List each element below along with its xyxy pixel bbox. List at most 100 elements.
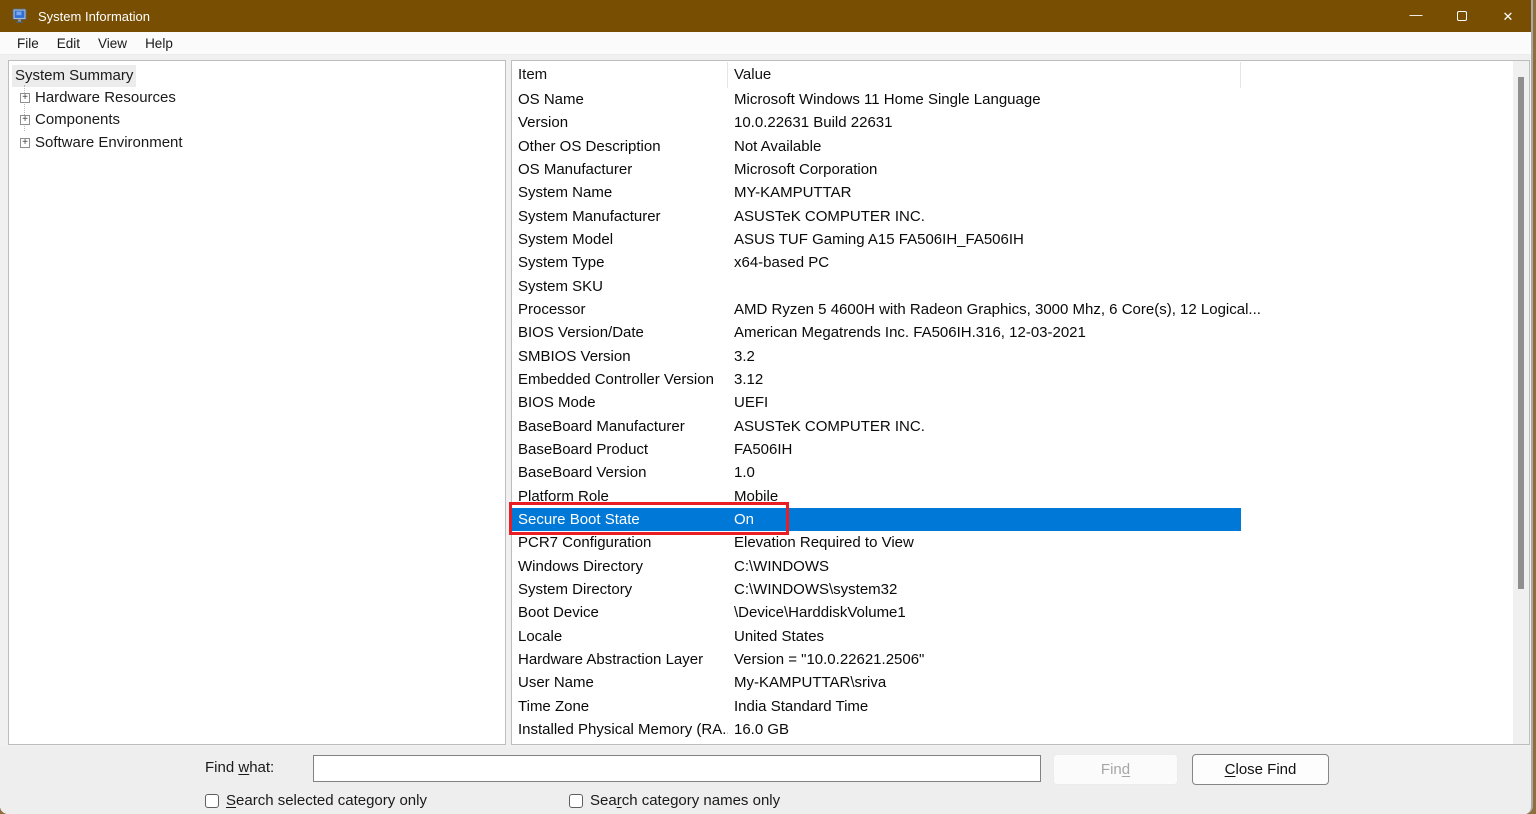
menu-item[interactable]: View (89, 32, 136, 54)
table-row[interactable]: Installed Physical Memory (RA... 16.0 GB (512, 718, 1513, 741)
search-category-names-checkbox[interactable]: Search category names only (569, 792, 780, 809)
detail-list-pane: Item Value OS Name Microsoft Windows 11 … (511, 60, 1530, 745)
menu-item[interactable]: Help (136, 32, 182, 54)
row-value-label: x64-based PC (728, 254, 1513, 271)
table-row[interactable]: Other OS Description Not Available (512, 135, 1513, 158)
row-item-label: Installed Physical Memory (RA... (512, 721, 728, 738)
row-value-label: 1.0 (728, 464, 1513, 481)
row-item-label: BaseBoard Product (512, 441, 728, 458)
table-row[interactable]: Hardware Abstraction Layer Version = "10… (512, 648, 1513, 671)
table-row[interactable]: User Name My-KAMPUTTAR\sriva (512, 671, 1513, 694)
system-information-window: System Information — ✕ FileEditViewHelp … (0, 0, 1533, 814)
column-header-value[interactable]: Value (728, 62, 1241, 88)
category-tree: System Summary + Hardware Resources + Co… (9, 61, 505, 154)
window-title: System Information (38, 9, 150, 24)
row-value-label: ASUSTeK COMPUTER INC. (728, 208, 1513, 225)
table-row[interactable]: System Manufacturer ASUSTeK COMPUTER INC… (512, 205, 1513, 228)
table-row[interactable]: PCR7 Configuration Elevation Required to… (512, 531, 1513, 554)
row-value-label: 3.2 (728, 348, 1513, 365)
find-button[interactable]: Find (1053, 754, 1178, 785)
row-value-label: American Megatrends Inc. FA506IH.316, 12… (728, 324, 1513, 341)
tree-item-system-summary[interactable]: System Summary (9, 65, 505, 87)
row-value-label: Version = "10.0.22621.2506" (728, 651, 1513, 668)
system-information-icon (12, 8, 28, 24)
column-header-item[interactable]: Item (512, 62, 728, 88)
row-value-label: C:\WINDOWS\system32 (728, 581, 1513, 598)
table-row[interactable]: Windows Directory C:\WINDOWS (512, 555, 1513, 578)
table-row[interactable]: System Type x64-based PC (512, 251, 1513, 274)
row-value-label: AMD Ryzen 5 4600H with Radeon Graphics, … (728, 301, 1513, 318)
table-row[interactable]: System SKU (512, 275, 1513, 298)
table-row[interactable]: OS Manufacturer Microsoft Corporation (512, 158, 1513, 181)
row-value-label: Microsoft Corporation (728, 161, 1513, 178)
checkbox-unchecked-icon[interactable] (569, 794, 583, 808)
row-value-label: United States (728, 628, 1513, 645)
table-row[interactable]: System Directory C:\WINDOWS\system32 (512, 578, 1513, 601)
row-value-label: C:\WINDOWS (728, 558, 1513, 575)
menubar: FileEditViewHelp (0, 32, 1531, 55)
table-row[interactable]: System Model ASUS TUF Gaming A15 FA506IH… (512, 228, 1513, 251)
checkbox-unchecked-icon[interactable] (205, 794, 219, 808)
table-body: OS Name Microsoft Windows 11 Home Single… (512, 88, 1513, 744)
table-row[interactable]: BIOS Version/Date American Megatrends In… (512, 321, 1513, 344)
row-item-label: Version (512, 114, 728, 131)
table-row[interactable]: Time Zone India Standard Time (512, 695, 1513, 718)
table-row[interactable]: Version 10.0.22631 Build 22631 (512, 111, 1513, 134)
minimize-icon[interactable]: — (1393, 0, 1439, 32)
tree-item-hardware-resources[interactable]: + Hardware Resources (9, 87, 505, 109)
search-selected-category-checkbox[interactable]: Search selected category only (205, 792, 427, 809)
row-item-label: System Name (512, 184, 728, 201)
expand-plus-icon[interactable]: + (20, 115, 30, 125)
expand-plus-icon[interactable]: + (20, 93, 30, 103)
row-value-label: My-KAMPUTTAR\sriva (728, 674, 1513, 691)
row-item-label: Time Zone (512, 698, 728, 715)
menu-item[interactable]: File (8, 32, 48, 54)
row-item-label: Other OS Description (512, 138, 728, 155)
find-input[interactable] (313, 755, 1041, 782)
row-item-label: System Directory (512, 581, 728, 598)
table-row[interactable]: BaseBoard Product FA506IH (512, 438, 1513, 461)
row-item-label: Processor (512, 301, 728, 318)
find-what-label: Find what: (205, 759, 274, 776)
menu-item[interactable]: Edit (48, 32, 89, 54)
row-value-label: Mobile (728, 488, 1513, 505)
row-value-label: MY-KAMPUTTAR (728, 184, 1513, 201)
row-item-label: Windows Directory (512, 558, 728, 575)
table-row[interactable]: System Name MY-KAMPUTTAR (512, 181, 1513, 204)
table-row[interactable]: Secure Boot State On (512, 508, 1241, 531)
row-item-label: BIOS Mode (512, 394, 728, 411)
table-row[interactable]: BaseBoard Version 1.0 (512, 461, 1513, 484)
table-row[interactable]: OS Name Microsoft Windows 11 Home Single… (512, 88, 1513, 111)
row-item-label: User Name (512, 674, 728, 691)
table-row[interactable]: Platform Role Mobile (512, 485, 1513, 508)
row-item-label: System Manufacturer (512, 208, 728, 225)
close-find-button[interactable]: Close Find (1192, 754, 1329, 785)
table-row[interactable]: Boot Device \Device\HarddiskVolume1 (512, 601, 1513, 624)
table-row[interactable]: Processor AMD Ryzen 5 4600H with Radeon … (512, 298, 1513, 321)
row-item-label: System Type (512, 254, 728, 271)
table-row[interactable]: Locale United States (512, 625, 1513, 648)
tree-item-software-environment[interactable]: + Software Environment (9, 132, 505, 154)
row-item-label: Hardware Abstraction Layer (512, 651, 728, 668)
tree-item-components[interactable]: + Components (9, 109, 505, 131)
titlebar: System Information — ✕ (0, 0, 1531, 32)
scrollbar-thumb[interactable] (1518, 77, 1524, 589)
maximize-icon[interactable] (1439, 0, 1485, 32)
table-row[interactable]: Embedded Controller Version 3.12 (512, 368, 1513, 391)
row-value-label: ASUSTeK COMPUTER INC. (728, 418, 1513, 435)
close-icon[interactable]: ✕ (1485, 0, 1531, 32)
expand-plus-icon[interactable]: + (20, 138, 30, 148)
row-item-label: BaseBoard Manufacturer (512, 418, 728, 435)
table-row[interactable]: SMBIOS Version 3.2 (512, 345, 1513, 368)
row-item-label: System Model (512, 231, 728, 248)
row-value-label: India Standard Time (728, 698, 1513, 715)
row-item-label: Locale (512, 628, 728, 645)
row-value-label: ASUS TUF Gaming A15 FA506IH_FA506IH (728, 231, 1513, 248)
table-row[interactable]: BaseBoard Manufacturer ASUSTeK COMPUTER … (512, 415, 1513, 438)
row-item-label: BaseBoard Version (512, 464, 728, 481)
row-value-label: 10.0.22631 Build 22631 (728, 114, 1513, 131)
row-value-label: 16.0 GB (728, 721, 1513, 738)
vertical-scrollbar[interactable] (1513, 61, 1529, 744)
table-row[interactable]: BIOS Mode UEFI (512, 391, 1513, 414)
row-item-label: System SKU (512, 278, 728, 295)
